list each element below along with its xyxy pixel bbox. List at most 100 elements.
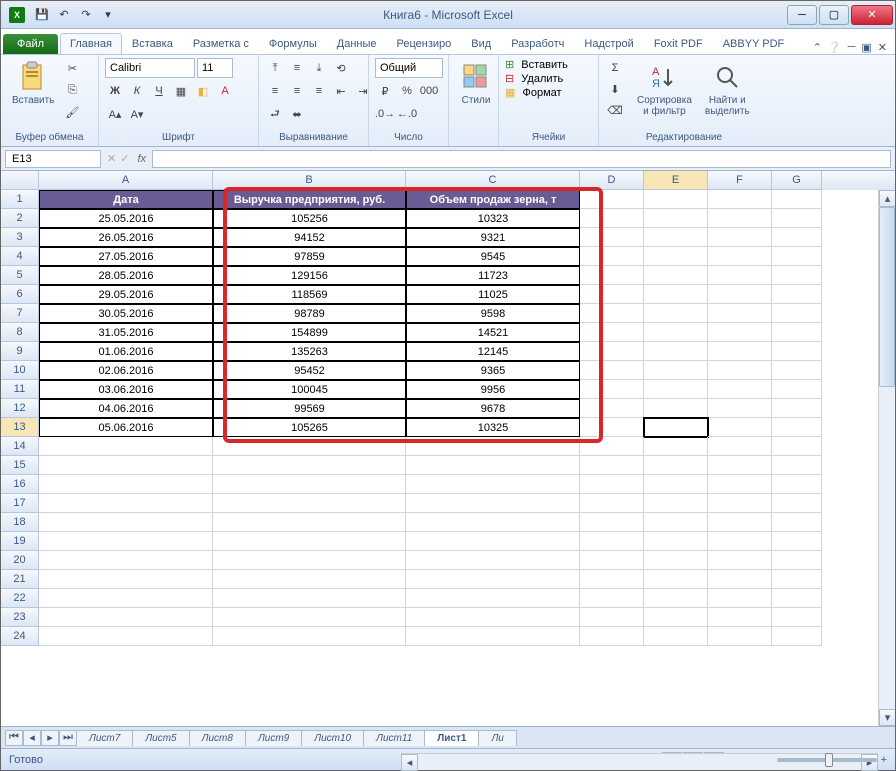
font-color-button[interactable]: A [215, 81, 235, 101]
cell-B2[interactable]: 105256 [213, 209, 406, 228]
cell-E4[interactable] [644, 247, 708, 266]
cell-C21[interactable] [406, 570, 580, 589]
cell-D4[interactable] [580, 247, 644, 266]
cells-delete-button[interactable]: ⊟ Удалить [505, 72, 563, 85]
vertical-scrollbar[interactable]: ▴ ▾ [878, 190, 895, 726]
horizontal-scrollbar[interactable]: ◂ ▸ [401, 753, 878, 770]
cell-G19[interactable] [772, 532, 822, 551]
cell-A7[interactable]: 30.05.2016 [39, 304, 213, 323]
row-header-7[interactable]: 7 [1, 304, 39, 323]
cell-A22[interactable] [39, 589, 213, 608]
cancel-formula-icon[interactable]: ✕ [107, 152, 116, 165]
cell-G17[interactable] [772, 494, 822, 513]
cell-A16[interactable] [39, 475, 213, 494]
cell-D8[interactable] [580, 323, 644, 342]
cell-C11[interactable]: 9956 [406, 380, 580, 399]
column-header-F[interactable]: F [708, 171, 772, 190]
font-name-combo[interactable]: Calibri [105, 58, 195, 78]
cell-F8[interactable] [708, 323, 772, 342]
row-header-23[interactable]: 23 [1, 608, 39, 627]
zoom-in-button[interactable]: + [881, 754, 887, 766]
cell-A8[interactable]: 31.05.2016 [39, 323, 213, 342]
cell-F19[interactable] [708, 532, 772, 551]
cell-C7[interactable]: 9598 [406, 304, 580, 323]
cell-F3[interactable] [708, 228, 772, 247]
cell-D3[interactable] [580, 228, 644, 247]
cell-E1[interactable] [644, 190, 708, 209]
doc-minimize-icon[interactable]: ─ [848, 41, 856, 54]
cell-C5[interactable]: 11723 [406, 266, 580, 285]
merge-button[interactable]: ⬌ [287, 104, 307, 124]
column-header-G[interactable]: G [772, 171, 822, 190]
cell-E18[interactable] [644, 513, 708, 532]
column-header-C[interactable]: C [406, 171, 580, 190]
cell-B15[interactable] [213, 456, 406, 475]
align-right-button[interactable]: ≡ [309, 81, 329, 101]
cell-F5[interactable] [708, 266, 772, 285]
cell-E19[interactable] [644, 532, 708, 551]
cell-D24[interactable] [580, 627, 644, 646]
cell-F24[interactable] [708, 627, 772, 646]
cell-A13[interactable]: 05.06.2016 [39, 418, 213, 437]
cell-A11[interactable]: 03.06.2016 [39, 380, 213, 399]
row-header-8[interactable]: 8 [1, 323, 39, 342]
format-painter-button[interactable]: 🖌 [62, 102, 82, 122]
tab-abbyy[interactable]: ABBYY PDF [713, 33, 795, 54]
cell-G11[interactable] [772, 380, 822, 399]
scroll-right-icon[interactable]: ▸ [861, 754, 878, 771]
cell-A2[interactable]: 25.05.2016 [39, 209, 213, 228]
cell-E9[interactable] [644, 342, 708, 361]
sheet-tab-Лист9[interactable]: Лист9 [245, 730, 302, 746]
cell-A17[interactable] [39, 494, 213, 513]
inc-decimal-button[interactable]: .0→ [375, 104, 395, 124]
worksheet-grid[interactable]: ABCDEFG 1ДатаВыручка предприятия, руб.Об… [1, 171, 895, 726]
sheet-tab-Лист5[interactable]: Лист5 [132, 730, 189, 746]
cell-G7[interactable] [772, 304, 822, 323]
cell-A23[interactable] [39, 608, 213, 627]
cell-F22[interactable] [708, 589, 772, 608]
cell-A19[interactable] [39, 532, 213, 551]
cell-B19[interactable] [213, 532, 406, 551]
cell-F9[interactable] [708, 342, 772, 361]
fx-button[interactable]: fx [137, 153, 146, 165]
cell-B13[interactable]: 105265 [213, 418, 406, 437]
tab-review[interactable]: Рецензиро [387, 33, 462, 54]
cell-A3[interactable]: 26.05.2016 [39, 228, 213, 247]
scroll-left-icon[interactable]: ◂ [401, 754, 418, 771]
font-size-combo[interactable]: 11 [197, 58, 233, 78]
cell-C8[interactable]: 14521 [406, 323, 580, 342]
bold-button[interactable]: Ж [105, 81, 125, 101]
cell-D10[interactable] [580, 361, 644, 380]
cell-D14[interactable] [580, 437, 644, 456]
cells-format-button[interactable]: ▦ Формат [505, 86, 562, 99]
cell-F12[interactable] [708, 399, 772, 418]
cut-button[interactable]: ✂ [62, 58, 82, 78]
cell-F6[interactable] [708, 285, 772, 304]
cell-G20[interactable] [772, 551, 822, 570]
sheet-tab-Лист7[interactable]: Лист7 [76, 730, 133, 746]
row-header-10[interactable]: 10 [1, 361, 39, 380]
border-button[interactable]: ▦ [171, 81, 191, 101]
cell-E12[interactable] [644, 399, 708, 418]
cell-G5[interactable] [772, 266, 822, 285]
indent-dec-button[interactable]: ⇤ [331, 81, 351, 101]
cell-C12[interactable]: 9678 [406, 399, 580, 418]
row-header-21[interactable]: 21 [1, 570, 39, 589]
cell-E6[interactable] [644, 285, 708, 304]
currency-button[interactable]: ₽ [375, 81, 395, 101]
column-header-B[interactable]: B [213, 171, 406, 190]
tab-home[interactable]: Главная [60, 33, 122, 54]
cell-F23[interactable] [708, 608, 772, 627]
cell-G10[interactable] [772, 361, 822, 380]
doc-close-icon[interactable]: ✕ [878, 41, 887, 54]
cell-C2[interactable]: 10323 [406, 209, 580, 228]
cell-C24[interactable] [406, 627, 580, 646]
cell-E2[interactable] [644, 209, 708, 228]
cell-F15[interactable] [708, 456, 772, 475]
tab-nav-next-icon[interactable]: ▸ [41, 730, 59, 746]
cell-G15[interactable] [772, 456, 822, 475]
cell-F13[interactable] [708, 418, 772, 437]
cell-B3[interactable]: 94152 [213, 228, 406, 247]
cell-B1[interactable]: Выручка предприятия, руб. [213, 190, 406, 209]
shrink-font-button[interactable]: A▾ [127, 104, 147, 124]
